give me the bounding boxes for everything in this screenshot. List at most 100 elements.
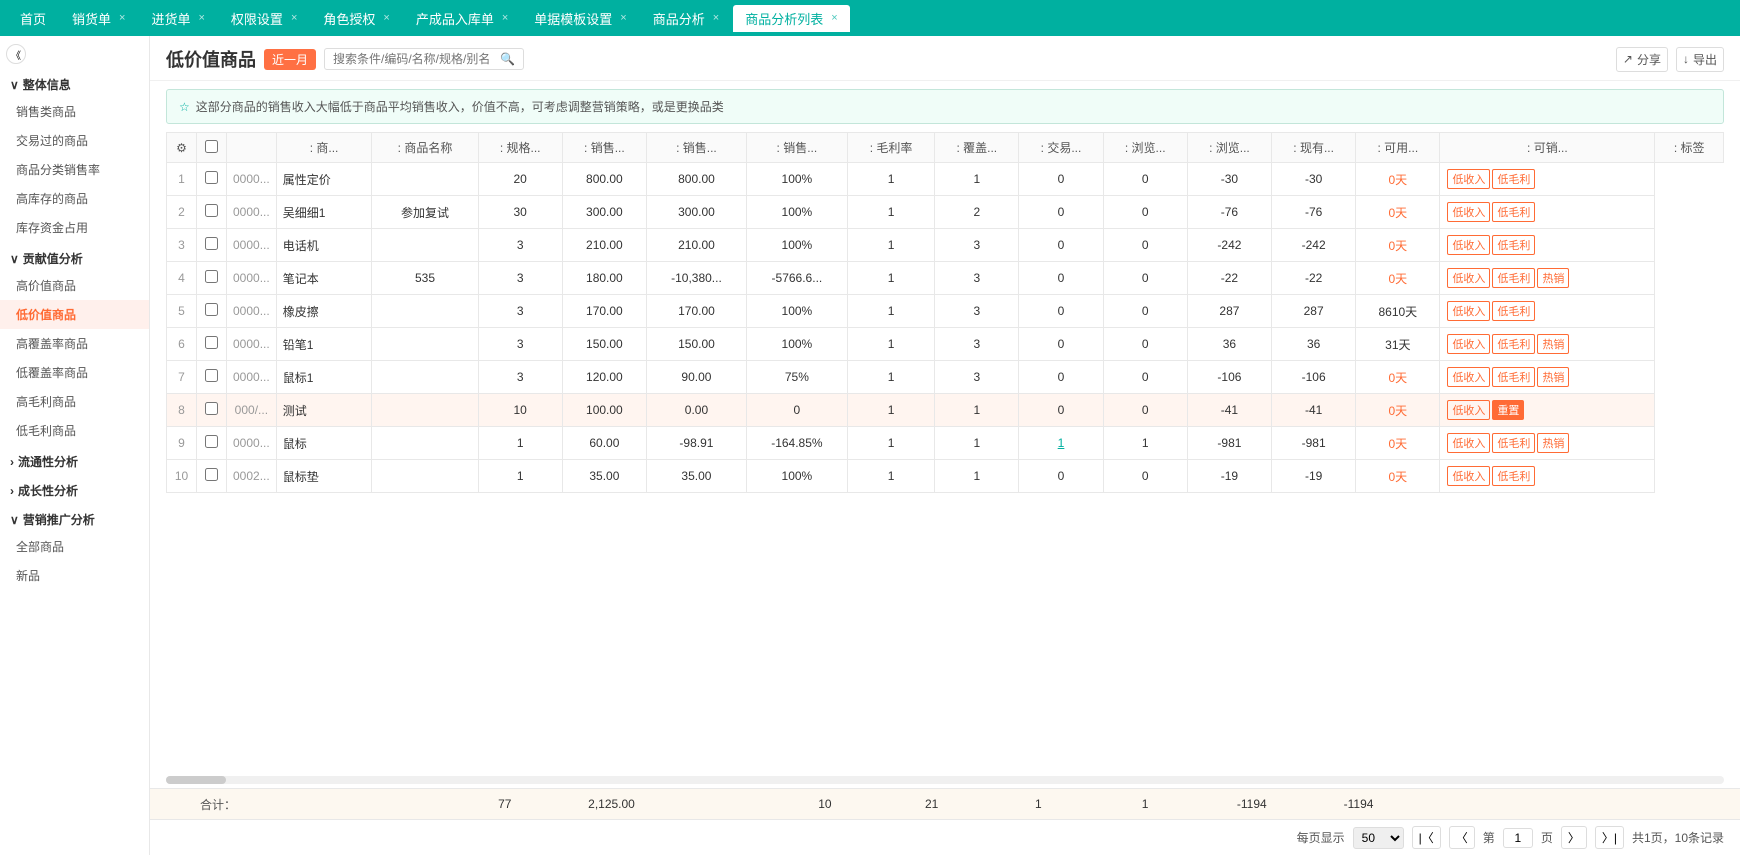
nav-tab-analysis[interactable]: 商品分析 × [641,5,731,32]
export-button[interactable]: ↓ 导出 [1676,47,1724,72]
row-name[interactable]: 测试 [276,394,372,427]
sidebar-item-high-value[interactable]: 高价值商品 [0,271,149,300]
per-page-select[interactable]: 50 100 200 [1353,827,1404,849]
col-stock[interactable]: : 现有... [1272,133,1356,163]
col-name[interactable]: : 商品名称 [372,133,478,163]
sidebar-item-stock-funds[interactable]: 库存资金占用 [0,213,149,242]
horizontal-scrollbar[interactable] [166,776,1724,784]
first-page-button[interactable]: |〈 [1412,826,1441,849]
nav-tab-home[interactable]: 首页 [8,5,58,32]
page-number-input[interactable] [1503,828,1533,848]
col-browse1[interactable]: : 浏览... [1103,133,1187,163]
close-icon[interactable]: × [119,12,125,24]
col-available[interactable]: : 可用... [1356,133,1440,163]
last-page-button[interactable]: 〉| [1595,826,1624,849]
gear-icon[interactable]: ⚙ [176,141,187,155]
col-spec[interactable]: : 规格... [478,133,562,163]
row-select-checkbox[interactable] [205,204,218,217]
row-browse1[interactable]: 0 [1019,229,1103,262]
sidebar-collapse-button[interactable]: 《 [6,44,26,64]
row-checkbox[interactable] [197,460,227,493]
select-all-checkbox[interactable] [205,140,218,153]
row-name[interactable]: 笔记本 [276,262,372,295]
row-select-checkbox[interactable] [205,402,218,415]
row-checkbox[interactable] [197,295,227,328]
close-icon[interactable]: × [291,12,297,24]
prev-page-button[interactable]: 〈 [1449,826,1475,849]
sidebar-item-high-profit[interactable]: 高毛利商品 [0,387,149,416]
sidebar-item-low-value[interactable]: 低价值商品 [0,300,149,329]
row-select-checkbox[interactable] [205,369,218,382]
sidebar-item-new-products[interactable]: 新品 [0,561,149,590]
close-icon[interactable]: × [198,12,204,24]
row-browse1[interactable]: 0 [1019,361,1103,394]
sidebar-item-traded-products[interactable]: 交易过的商品 [0,126,149,155]
row-browse1[interactable]: 0 [1019,262,1103,295]
col-coverage[interactable]: : 覆盖... [935,133,1019,163]
row-name[interactable]: 属性定价 [276,163,372,196]
nav-tab-sales[interactable]: 销货单 × [60,5,137,32]
sidebar-item-sales-products[interactable]: 销售类商品 [0,97,149,126]
row-name[interactable]: 鼠标1 [276,361,372,394]
col-trade[interactable]: : 交易... [1019,133,1103,163]
sidebar-item-high-coverage[interactable]: 高覆盖率商品 [0,329,149,358]
col-sellable[interactable]: : 可销... [1440,133,1655,163]
col-sale-price[interactable]: : 销售... [646,133,746,163]
nav-tab-roles[interactable]: 角色授权 × [311,5,401,32]
close-icon[interactable]: × [620,12,626,24]
search-input[interactable] [333,52,496,66]
close-icon[interactable]: × [383,12,389,24]
nav-tab-analysis-list[interactable]: 商品分析列表 × [733,5,849,32]
row-checkbox[interactable] [197,427,227,460]
row-select-checkbox[interactable] [205,468,218,481]
row-browse1[interactable]: 0 [1019,328,1103,361]
col-sale-total[interactable]: : 销售... [746,133,847,163]
col-gear[interactable]: ⚙ [167,133,197,163]
share-button[interactable]: ↗ 分享 [1616,47,1668,72]
row-checkbox[interactable] [197,196,227,229]
row-browse1[interactable]: 0 [1019,295,1103,328]
row-checkbox[interactable] [197,229,227,262]
row-name[interactable]: 电话机 [276,229,372,262]
row-browse1[interactable]: 0 [1019,460,1103,493]
row-select-checkbox[interactable] [205,237,218,250]
close-icon[interactable]: × [502,12,508,24]
row-name[interactable]: 铅笔1 [276,328,372,361]
row-checkbox[interactable] [197,361,227,394]
row-checkbox[interactable] [197,262,227,295]
sidebar-item-low-profit[interactable]: 低毛利商品 [0,416,149,445]
row-select-checkbox[interactable] [205,303,218,316]
sidebar-group-growth[interactable]: › 成长性分析 [0,474,149,503]
row-select-checkbox[interactable] [205,435,218,448]
row-browse1[interactable]: 0 [1019,196,1103,229]
col-checkbox[interactable] [197,133,227,163]
nav-tab-purchase[interactable]: 进货单 × [139,5,216,32]
col-code[interactable]: : 商... [276,133,372,163]
row-checkbox[interactable] [197,163,227,196]
row-name[interactable]: 橡皮擦 [276,295,372,328]
row-browse1[interactable]: 0 [1019,163,1103,196]
sidebar-item-high-stock[interactable]: 高库存的商品 [0,184,149,213]
nav-tab-permissions[interactable]: 权限设置 × [219,5,309,32]
row-browse1[interactable]: 1 [1019,427,1103,460]
sidebar-item-category-sales-rate[interactable]: 商品分类销售率 [0,155,149,184]
col-browse2[interactable]: : 浏览... [1187,133,1271,163]
scrollbar-thumb[interactable] [166,776,226,784]
row-select-checkbox[interactable] [205,270,218,283]
col-profit-rate[interactable]: : 毛利率 [847,133,934,163]
row-checkbox[interactable] [197,328,227,361]
nav-tab-template[interactable]: 单据模板设置 × [522,5,638,32]
sidebar-item-all-products[interactable]: 全部商品 [0,532,149,561]
sidebar-item-low-coverage[interactable]: 低覆盖率商品 [0,358,149,387]
row-checkbox[interactable] [197,394,227,427]
row-select-checkbox[interactable] [205,171,218,184]
close-icon[interactable]: × [713,12,719,24]
row-name[interactable]: 鼠标垫 [276,460,372,493]
row-select-checkbox[interactable] [205,336,218,349]
nav-tab-warehouse[interactable]: 产成品入库单 × [404,5,520,32]
sidebar-group-circulation[interactable]: › 流通性分析 [0,445,149,474]
row-name[interactable]: 鼠标 [276,427,372,460]
next-page-button[interactable]: 〉 [1561,826,1587,849]
row-browse1[interactable]: 0 [1019,394,1103,427]
col-sale-qty[interactable]: : 销售... [562,133,646,163]
